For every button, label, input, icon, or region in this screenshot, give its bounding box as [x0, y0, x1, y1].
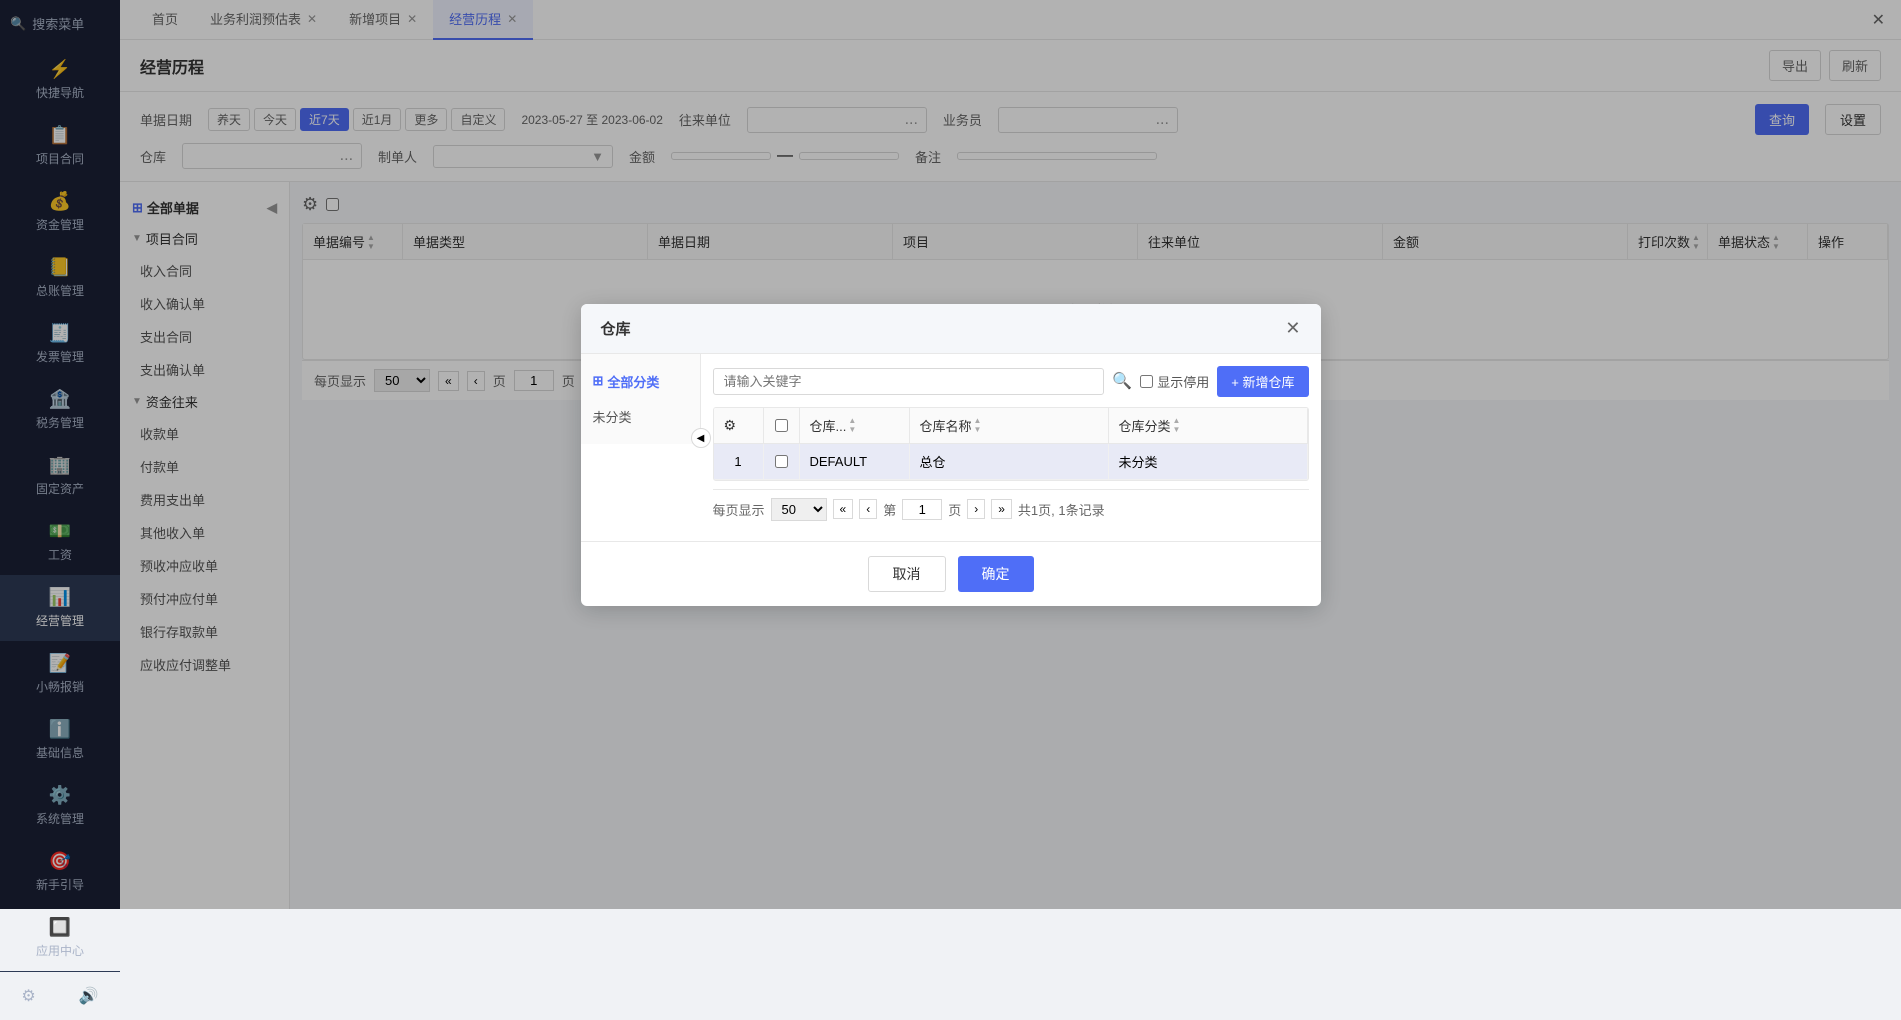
td-warehouse-category: 未分类 — [1109, 444, 1308, 479]
gear-col-icon[interactable]: ⚙ — [724, 417, 737, 434]
modal-pagination: 每页显示 50 100 « ‹ 第 页 › » 共1页, 1条记录 — [713, 489, 1309, 529]
modal-prev-page-btn[interactable]: ‹ — [859, 499, 877, 519]
modal-header: 仓库 ✕ — [581, 304, 1321, 354]
modal-table: ⚙ 仓库... ▲▼ 仓库名称 ▲▼ — [713, 407, 1309, 481]
modal-last-page-btn[interactable]: » — [991, 499, 1012, 519]
th-warehouse-code[interactable]: 仓库... ▲▼ — [800, 408, 910, 443]
modal-first-page-btn[interactable]: « — [833, 499, 854, 519]
warehouse-modal: 仓库 ✕ ⊞ 全部分类 未分类 ◀ 🔍 — [581, 304, 1321, 606]
td-warehouse-code: DEFAULT — [800, 444, 910, 479]
table-row[interactable]: 1 DEFAULT 总仓 未分类 — [714, 444, 1308, 480]
modal-next-page-btn[interactable]: › — [967, 499, 985, 519]
modal-confirm-button[interactable]: 确定 — [958, 556, 1034, 592]
modal-cancel-button[interactable]: 取消 — [868, 556, 946, 592]
volume-icon[interactable]: 🔊 — [79, 986, 99, 1006]
th-checkbox — [764, 408, 800, 443]
th-row-num: ⚙ — [714, 408, 764, 443]
grid-icon-modal: ⊞ — [593, 373, 604, 389]
modal-left-panel: ⊞ 全部分类 未分类 ◀ — [581, 354, 701, 444]
show-disabled-checkbox[interactable] — [1140, 375, 1153, 388]
modal-per-page-label: 每页显示 — [713, 500, 765, 519]
td-row-num: 1 — [714, 444, 764, 479]
td-warehouse-name: 总仓 — [910, 444, 1109, 479]
modal-category-unclassified[interactable]: 未分类 — [581, 399, 700, 434]
modal-title: 仓库 — [601, 318, 631, 339]
modal-footer: 取消 确定 — [581, 541, 1321, 606]
td-checkbox[interactable] — [764, 444, 800, 479]
modal-page-suffix: 页 — [948, 500, 961, 519]
modal-left-panel-wrapper: ⊞ 全部分类 未分类 ◀ — [581, 354, 701, 541]
modal-table-header: ⚙ 仓库... ▲▼ 仓库名称 ▲▼ — [714, 408, 1308, 444]
sidebar-item-label: 应用中心 — [36, 942, 84, 959]
modal-per-page-select[interactable]: 50 100 — [771, 498, 827, 521]
settings-icon[interactable]: ⚙ — [21, 986, 35, 1006]
modal-select-all-checkbox[interactable] — [775, 419, 788, 432]
row-checkbox-1[interactable] — [775, 455, 788, 468]
modal-total-records: 共1页, 1条记录 — [1018, 500, 1105, 519]
modal-search-button[interactable]: 🔍 — [1112, 371, 1132, 391]
collapse-modal-left-btn[interactable]: ◀ — [691, 428, 711, 448]
th-warehouse-name[interactable]: 仓库名称 ▲▼ — [910, 408, 1109, 443]
modal-overlay: 仓库 ✕ ⊞ 全部分类 未分类 ◀ 🔍 — [0, 0, 1901, 909]
modal-body: ⊞ 全部分类 未分类 ◀ 🔍 显示停用 + 新增仓库 — [581, 354, 1321, 541]
modal-close-button[interactable]: ✕ — [1285, 318, 1300, 339]
modal-right-panel: 🔍 显示停用 + 新增仓库 ⚙ — [701, 354, 1321, 541]
all-categories-label: 全部分类 — [607, 372, 659, 391]
modal-search-input[interactable] — [713, 368, 1105, 395]
modal-search-bar: 🔍 显示停用 + 新增仓库 — [713, 366, 1309, 397]
app-center-icon: 🔲 — [49, 917, 71, 938]
sidebar-item-app-center[interactable]: 🔲 应用中心 — [0, 905, 120, 971]
th-warehouse-category[interactable]: 仓库分类 ▲▼ — [1109, 408, 1308, 443]
sidebar-bottom: ⚙ 🔊 — [0, 971, 120, 1020]
show-disabled-label[interactable]: 显示停用 — [1140, 372, 1209, 391]
modal-page-input[interactable] — [902, 499, 942, 520]
modal-all-categories[interactable]: ⊞ 全部分类 — [581, 364, 700, 399]
add-warehouse-button[interactable]: + 新增仓库 — [1217, 366, 1308, 397]
modal-page-prefix: 第 — [883, 500, 896, 519]
show-disabled-text: 显示停用 — [1157, 372, 1209, 391]
